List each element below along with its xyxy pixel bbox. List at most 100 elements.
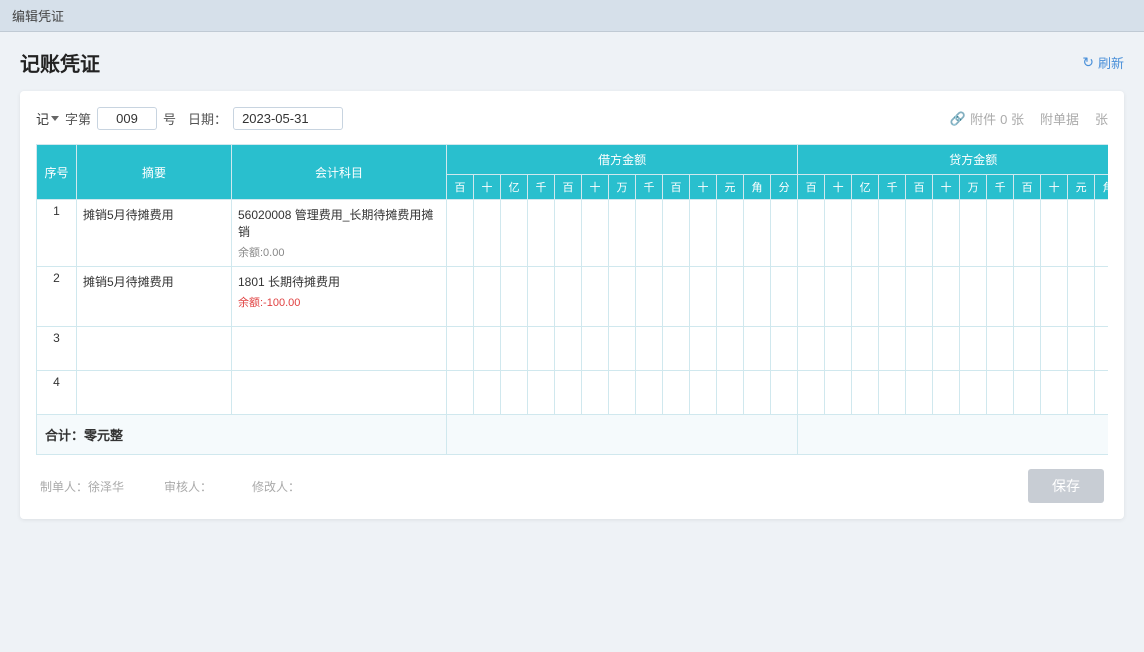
- credit-digit-cell[interactable]: [906, 200, 933, 267]
- credit-digit-cell[interactable]: [1068, 267, 1095, 327]
- debit-digit-cell[interactable]: [744, 371, 771, 415]
- row-account[interactable]: 1801 长期待摊费用余额:-100.00: [232, 267, 447, 327]
- credit-digit-cell[interactable]: [960, 267, 987, 327]
- credit-digit-cell[interactable]: [933, 267, 960, 327]
- debit-digit-cell[interactable]: [744, 267, 771, 327]
- debit-digit-cell[interactable]: [447, 200, 474, 267]
- save-button[interactable]: 保存: [1028, 469, 1104, 503]
- refresh-button[interactable]: ↻ 刷新: [1082, 53, 1124, 72]
- credit-digit-cell[interactable]: [825, 327, 852, 371]
- credit-digit-cell[interactable]: [879, 371, 906, 415]
- debit-digit-cell[interactable]: [501, 200, 528, 267]
- row-seq[interactable]: 1: [37, 200, 77, 267]
- debit-digit-cell[interactable]: [663, 200, 690, 267]
- debit-digit-cell[interactable]: [717, 327, 744, 371]
- credit-digit-cell[interactable]: [1095, 267, 1108, 327]
- row-account[interactable]: 56020008 管理费用_长期待摊费用摊销余额:0.00: [232, 200, 447, 267]
- debit-digit-cell[interactable]: [771, 327, 798, 371]
- date-input[interactable]: [233, 107, 343, 130]
- credit-digit-cell[interactable]: [852, 371, 879, 415]
- debit-digit-cell[interactable]: [474, 267, 501, 327]
- credit-digit-cell[interactable]: [906, 267, 933, 327]
- debit-digit-cell[interactable]: [528, 371, 555, 415]
- credit-digit-cell[interactable]: [1041, 200, 1068, 267]
- credit-digit-cell[interactable]: [852, 327, 879, 371]
- credit-digit-cell[interactable]: [933, 327, 960, 371]
- debit-digit-cell[interactable]: [771, 200, 798, 267]
- credit-digit-cell[interactable]: [798, 267, 825, 327]
- row-summary[interactable]: [77, 371, 232, 415]
- voucher-number-input[interactable]: [97, 107, 157, 130]
- credit-digit-cell[interactable]: [825, 267, 852, 327]
- credit-digit-cell[interactable]: [852, 267, 879, 327]
- debit-digit-cell[interactable]: [771, 267, 798, 327]
- credit-digit-cell[interactable]: [933, 200, 960, 267]
- credit-digit-cell[interactable]: [987, 200, 1014, 267]
- row-seq[interactable]: 4: [37, 371, 77, 415]
- debit-digit-cell[interactable]: [582, 327, 609, 371]
- row-account[interactable]: [232, 327, 447, 371]
- type-dropdown[interactable]: 记: [36, 109, 59, 128]
- row-seq[interactable]: 2: [37, 267, 77, 327]
- debit-digit-cell[interactable]: [609, 371, 636, 415]
- credit-digit-cell[interactable]: [906, 371, 933, 415]
- attach-link[interactable]: 🔗 附件 0 张: [950, 109, 1024, 128]
- credit-digit-cell[interactable]: [879, 327, 906, 371]
- credit-digit-cell[interactable]: [1014, 200, 1041, 267]
- credit-digit-cell[interactable]: [1095, 200, 1108, 267]
- credit-digit-cell[interactable]: [933, 371, 960, 415]
- debit-digit-cell[interactable]: [555, 267, 582, 327]
- credit-digit-cell[interactable]: [1068, 371, 1095, 415]
- credit-digit-cell[interactable]: [798, 371, 825, 415]
- debit-digit-cell[interactable]: [582, 200, 609, 267]
- credit-digit-cell[interactable]: [1095, 327, 1108, 371]
- credit-digit-cell[interactable]: [1068, 327, 1095, 371]
- debit-digit-cell[interactable]: [690, 267, 717, 327]
- debit-digit-cell[interactable]: [501, 327, 528, 371]
- debit-digit-cell[interactable]: [636, 371, 663, 415]
- debit-digit-cell[interactable]: [663, 327, 690, 371]
- debit-digit-cell[interactable]: [717, 200, 744, 267]
- credit-digit-cell[interactable]: [960, 371, 987, 415]
- credit-digit-cell[interactable]: [960, 327, 987, 371]
- credit-digit-cell[interactable]: [798, 200, 825, 267]
- debit-digit-cell[interactable]: [474, 327, 501, 371]
- debit-digit-cell[interactable]: [555, 200, 582, 267]
- credit-digit-cell[interactable]: [825, 200, 852, 267]
- credit-digit-cell[interactable]: [879, 200, 906, 267]
- debit-digit-cell[interactable]: [663, 371, 690, 415]
- credit-digit-cell[interactable]: [1041, 267, 1068, 327]
- credit-digit-cell[interactable]: [906, 327, 933, 371]
- debit-digit-cell[interactable]: [609, 327, 636, 371]
- debit-digit-cell[interactable]: [717, 371, 744, 415]
- credit-digit-cell[interactable]: [1041, 371, 1068, 415]
- credit-digit-cell[interactable]: [1014, 327, 1041, 371]
- row-summary[interactable]: 摊销5月待摊费用: [77, 200, 232, 267]
- debit-digit-cell[interactable]: [636, 327, 663, 371]
- debit-digit-cell[interactable]: [528, 267, 555, 327]
- debit-digit-cell[interactable]: [636, 267, 663, 327]
- row-summary[interactable]: [77, 327, 232, 371]
- credit-digit-cell[interactable]: [1014, 371, 1041, 415]
- row-account[interactable]: [232, 371, 447, 415]
- credit-digit-cell[interactable]: [1041, 327, 1068, 371]
- debit-digit-cell[interactable]: [555, 327, 582, 371]
- debit-digit-cell[interactable]: [447, 327, 474, 371]
- debit-digit-cell[interactable]: [474, 371, 501, 415]
- credit-digit-cell[interactable]: [1068, 200, 1095, 267]
- row-summary[interactable]: 摊销5月待摊费用: [77, 267, 232, 327]
- credit-digit-cell[interactable]: [987, 267, 1014, 327]
- debit-digit-cell[interactable]: [636, 200, 663, 267]
- debit-digit-cell[interactable]: [663, 267, 690, 327]
- credit-digit-cell[interactable]: [960, 200, 987, 267]
- debit-digit-cell[interactable]: [528, 200, 555, 267]
- credit-digit-cell[interactable]: [825, 371, 852, 415]
- debit-digit-cell[interactable]: [582, 267, 609, 327]
- credit-digit-cell[interactable]: [1014, 267, 1041, 327]
- credit-digit-cell[interactable]: [987, 327, 1014, 371]
- debit-digit-cell[interactable]: [501, 371, 528, 415]
- debit-digit-cell[interactable]: [447, 371, 474, 415]
- debit-digit-cell[interactable]: [474, 200, 501, 267]
- credit-digit-cell[interactable]: [987, 371, 1014, 415]
- debit-digit-cell[interactable]: [609, 267, 636, 327]
